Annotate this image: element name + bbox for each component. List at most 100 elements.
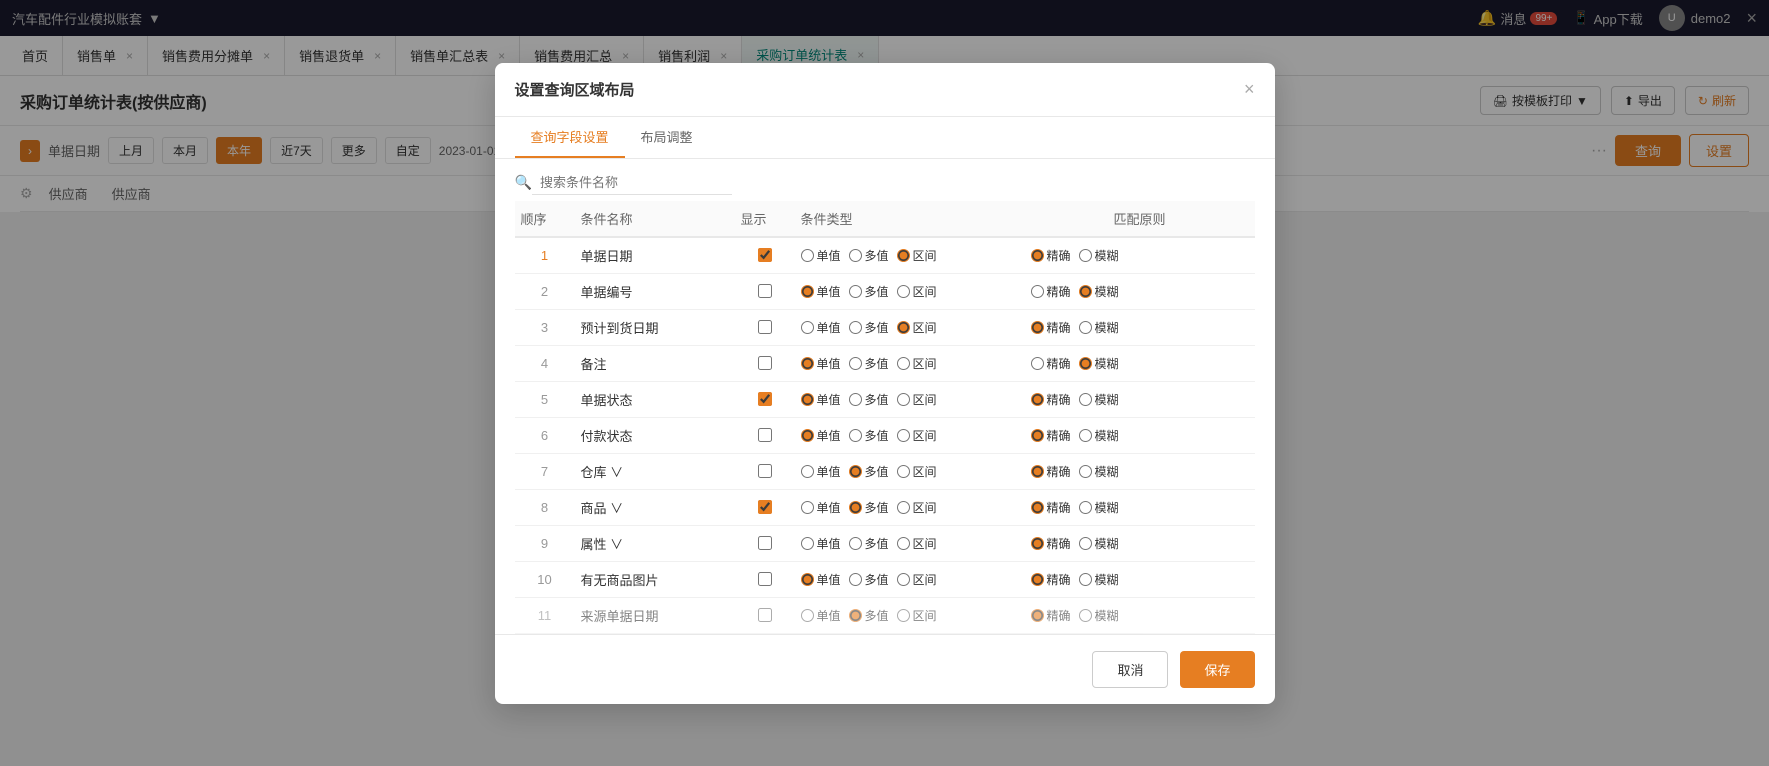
row-display-checkbox[interactable] bbox=[735, 428, 795, 442]
row-type-radios: 单值 多值 区间 bbox=[801, 571, 1019, 588]
radio-multi[interactable]: 多值 bbox=[849, 283, 889, 300]
modal-tab-field-settings[interactable]: 查询字段设置 bbox=[515, 117, 625, 158]
radio-single[interactable]: 单值 bbox=[801, 571, 841, 588]
radio-multi[interactable]: 多值 bbox=[849, 463, 889, 480]
row-display-checkbox[interactable] bbox=[735, 284, 795, 298]
radio-exact[interactable]: 精确 bbox=[1031, 571, 1071, 588]
radio-range[interactable]: 区间 bbox=[897, 319, 937, 336]
radio-range[interactable]: 区间 bbox=[897, 463, 937, 480]
table-row: 3 预计到货日期 单值 多值 区间 精确 模糊 bbox=[515, 310, 1255, 346]
modal-tabs: 查询字段设置 布局调整 bbox=[495, 117, 1275, 159]
radio-single[interactable]: 单值 bbox=[801, 535, 841, 552]
row-display-checkbox[interactable] bbox=[735, 536, 795, 550]
cancel-button[interactable]: 取消 bbox=[1092, 651, 1168, 688]
radio-single[interactable]: 单值 bbox=[801, 283, 841, 300]
save-button[interactable]: 保存 bbox=[1180, 651, 1254, 688]
row-name: 备注 bbox=[575, 354, 735, 373]
radio-single[interactable]: 单值 bbox=[801, 355, 841, 372]
row-match-radios: 精确 模糊 bbox=[1031, 535, 1249, 552]
row-match-radios: 精确 模糊 bbox=[1031, 319, 1249, 336]
radio-multi[interactable]: 多值 bbox=[849, 427, 889, 444]
radio-fuzzy[interactable]: 模糊 bbox=[1079, 607, 1119, 624]
radio-range[interactable]: 区间 bbox=[897, 499, 937, 516]
modal-table-header: 顺序 条件名称 显示 条件类型 匹配原则 bbox=[515, 201, 1255, 238]
modal-tab-layout-adjust[interactable]: 布局调整 bbox=[625, 117, 709, 158]
radio-exact[interactable]: 精确 bbox=[1031, 535, 1071, 552]
row-type-radios: 单值 多值 区间 bbox=[801, 427, 1019, 444]
row-display-checkbox[interactable] bbox=[735, 572, 795, 586]
table-row: 6 付款状态 单值 多值 区间 精确 模糊 bbox=[515, 418, 1255, 454]
radio-fuzzy[interactable]: 模糊 bbox=[1079, 463, 1119, 480]
modal-header: 设置查询区域布局 × bbox=[495, 63, 1275, 117]
row-display-checkbox[interactable] bbox=[735, 320, 795, 334]
radio-single[interactable]: 单值 bbox=[801, 427, 841, 444]
radio-range[interactable]: 区间 bbox=[897, 283, 937, 300]
radio-fuzzy[interactable]: 模糊 bbox=[1079, 319, 1119, 336]
row-type-radios: 单值 多值 区间 bbox=[801, 247, 1019, 264]
row-name: 商品 ∨ bbox=[575, 498, 735, 517]
radio-exact[interactable]: 精确 bbox=[1031, 247, 1071, 264]
radio-multi[interactable]: 多值 bbox=[849, 319, 889, 336]
row-display-checkbox[interactable] bbox=[735, 500, 795, 514]
table-row: 4 备注 单值 多值 区间 精确 模糊 bbox=[515, 346, 1255, 382]
radio-single[interactable]: 单值 bbox=[801, 607, 841, 624]
modal-close-button[interactable]: × bbox=[1244, 79, 1255, 100]
radio-range[interactable]: 区间 bbox=[897, 607, 937, 624]
row-match-radios: 精确 模糊 bbox=[1031, 427, 1249, 444]
radio-fuzzy[interactable]: 模糊 bbox=[1079, 355, 1119, 372]
radio-fuzzy[interactable]: 模糊 bbox=[1079, 391, 1119, 408]
radio-range[interactable]: 区间 bbox=[897, 427, 937, 444]
row-display-checkbox[interactable] bbox=[735, 608, 795, 622]
radio-fuzzy[interactable]: 模糊 bbox=[1079, 571, 1119, 588]
radio-range[interactable]: 区间 bbox=[897, 355, 937, 372]
radio-fuzzy[interactable]: 模糊 bbox=[1079, 247, 1119, 264]
row-display-checkbox[interactable] bbox=[735, 392, 795, 406]
radio-single[interactable]: 单值 bbox=[801, 463, 841, 480]
row-display-checkbox[interactable] bbox=[735, 356, 795, 370]
radio-exact[interactable]: 精确 bbox=[1031, 319, 1071, 336]
radio-exact[interactable]: 精确 bbox=[1031, 427, 1071, 444]
modal-overlay: 设置查询区域布局 × 查询字段设置 布局调整 🔍 顺序 条件名称 显示 条件类型 bbox=[0, 0, 1769, 766]
radio-single[interactable]: 单值 bbox=[801, 391, 841, 408]
radio-fuzzy[interactable]: 模糊 bbox=[1079, 535, 1119, 552]
row-order: 3 bbox=[515, 320, 575, 335]
radio-exact[interactable]: 精确 bbox=[1031, 283, 1071, 300]
radio-multi[interactable]: 多值 bbox=[849, 247, 889, 264]
table-row: 11 来源单据日期 单值 多值 区间 精确 模糊 bbox=[515, 598, 1255, 634]
radio-multi[interactable]: 多值 bbox=[849, 571, 889, 588]
search-input[interactable] bbox=[532, 171, 732, 195]
row-type-radios: 单值 多值 区间 bbox=[801, 535, 1019, 552]
radio-range[interactable]: 区间 bbox=[897, 391, 937, 408]
radio-exact[interactable]: 精确 bbox=[1031, 355, 1071, 372]
radio-multi[interactable]: 多值 bbox=[849, 391, 889, 408]
row-order: 8 bbox=[515, 500, 575, 515]
radio-multi[interactable]: 多值 bbox=[849, 535, 889, 552]
row-display-checkbox[interactable] bbox=[735, 464, 795, 478]
row-match-radios: 精确 模糊 bbox=[1031, 571, 1249, 588]
radio-range[interactable]: 区间 bbox=[897, 571, 937, 588]
radio-range[interactable]: 区间 bbox=[897, 247, 937, 264]
row-name: 付款状态 bbox=[575, 426, 735, 445]
row-type-radios: 单值 多值 区间 bbox=[801, 463, 1019, 480]
row-type-radios: 单值 多值 区间 bbox=[801, 355, 1019, 372]
radio-single[interactable]: 单值 bbox=[801, 247, 841, 264]
modal-tab-layout-adjust-label: 布局调整 bbox=[641, 130, 693, 145]
radio-exact[interactable]: 精确 bbox=[1031, 607, 1071, 624]
radio-range[interactable]: 区间 bbox=[897, 535, 937, 552]
radio-fuzzy[interactable]: 模糊 bbox=[1079, 427, 1119, 444]
row-name: 来源单据日期 bbox=[575, 606, 735, 625]
radio-multi[interactable]: 多值 bbox=[849, 499, 889, 516]
radio-multi[interactable]: 多值 bbox=[849, 355, 889, 372]
table-row: 7 仓库 ∨ 单值 多值 区间 精确 模糊 bbox=[515, 454, 1255, 490]
row-order: 10 bbox=[515, 572, 575, 587]
radio-multi[interactable]: 多值 bbox=[849, 607, 889, 624]
radio-exact[interactable]: 精确 bbox=[1031, 463, 1071, 480]
row-display-checkbox[interactable] bbox=[735, 248, 795, 262]
radio-single[interactable]: 单值 bbox=[801, 499, 841, 516]
radio-exact[interactable]: 精确 bbox=[1031, 391, 1071, 408]
radio-fuzzy[interactable]: 模糊 bbox=[1079, 283, 1119, 300]
radio-fuzzy[interactable]: 模糊 bbox=[1079, 499, 1119, 516]
table-row: 5 单据状态 单值 多值 区间 精确 模糊 bbox=[515, 382, 1255, 418]
radio-exact[interactable]: 精确 bbox=[1031, 499, 1071, 516]
radio-single[interactable]: 单值 bbox=[801, 319, 841, 336]
